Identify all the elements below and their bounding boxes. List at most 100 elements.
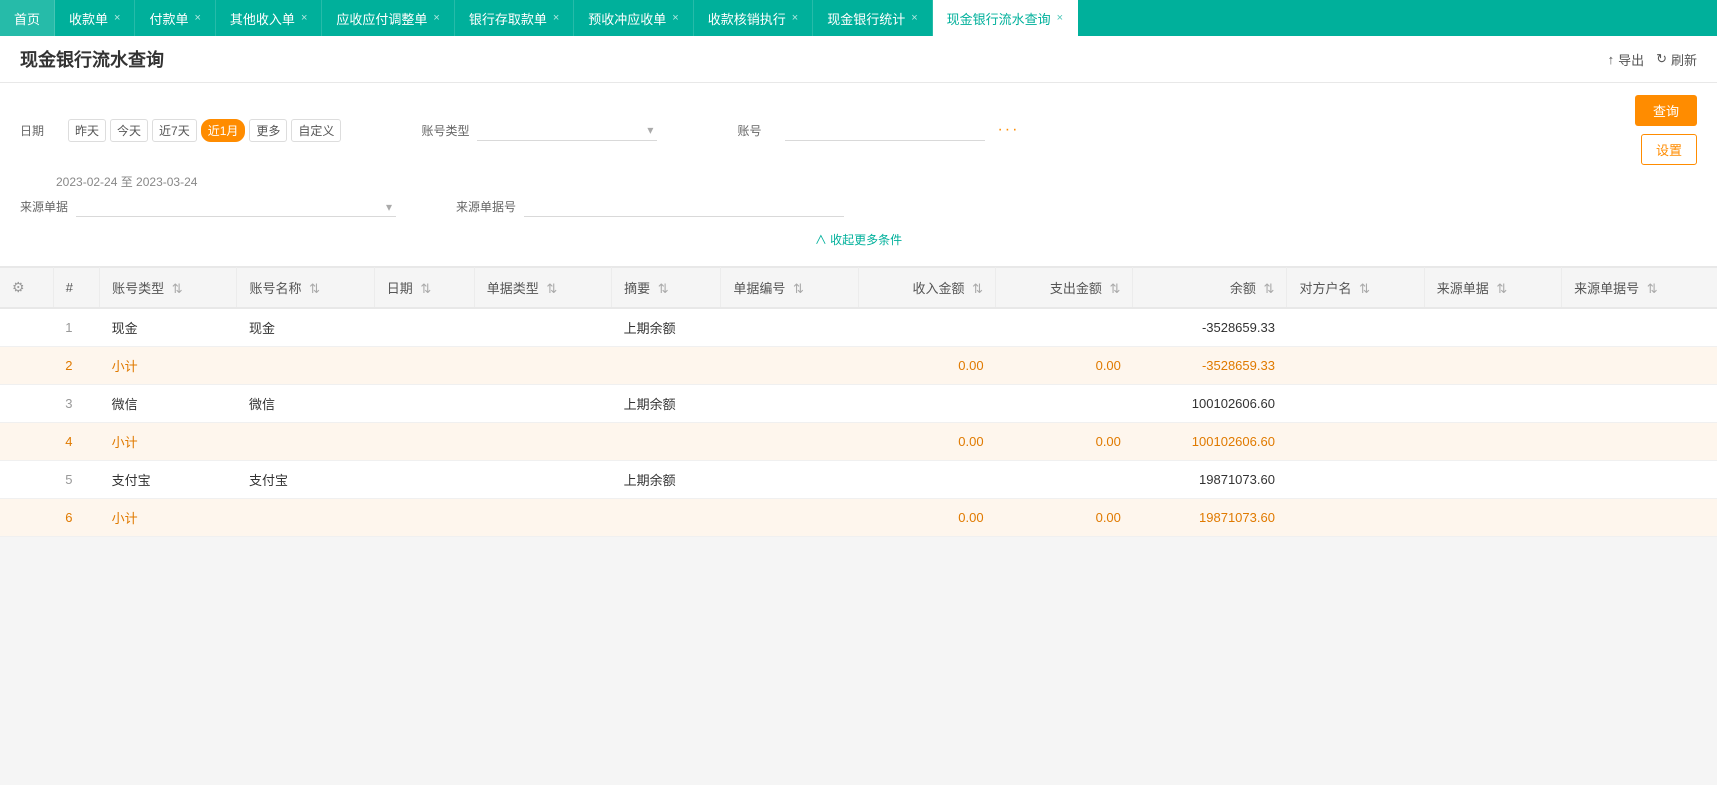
table-cell	[0, 347, 53, 385]
table-cell	[237, 347, 374, 385]
page-title: 现金银行流水查询	[20, 46, 164, 72]
close-icon[interactable]: ×	[792, 12, 798, 24]
th-counterparty[interactable]: 对方户名 ⇅	[1287, 268, 1424, 309]
table-cell	[237, 499, 374, 537]
date-btn-more[interactable]: 更多	[249, 119, 287, 142]
nav-label: 应收应付调整单	[336, 9, 427, 28]
nav-item-bank-deposit[interactable]: 银行存取款单 ×	[455, 0, 574, 36]
table-header-row: ⚙ # 账号类型 ⇅ 账号名称 ⇅ 日期 ⇅ 单据类型 ⇅ 摘要 ⇅ 单据编号 …	[0, 268, 1717, 309]
nav-label: 付款单	[149, 9, 188, 28]
export-button[interactable]: ↑ 导出	[1608, 50, 1645, 69]
table-cell	[237, 423, 374, 461]
table-cell	[612, 499, 721, 537]
refresh-button[interactable]: ↻ 刷新	[1656, 50, 1697, 69]
table-row: 3微信微信上期余额100102606.60	[0, 385, 1717, 423]
nav-item-prepaid[interactable]: 预收冲应收单 ×	[574, 0, 693, 36]
collapse-bar[interactable]: ∧ 收起更多条件	[20, 225, 1697, 254]
date-btn-1month[interactable]: 近1月	[201, 119, 246, 142]
th-account-type[interactable]: 账号类型 ⇅	[100, 268, 237, 309]
close-icon[interactable]: ×	[553, 12, 559, 24]
source-doc-select[interactable]	[76, 196, 396, 217]
source-doc-filter-group: 来源单据	[20, 196, 396, 217]
table-cell: 支付宝	[237, 461, 374, 499]
date-buttons: 昨天 今天 近7天 近1月 更多 自定义	[68, 119, 341, 142]
nav-item-home[interactable]: 首页	[0, 0, 55, 36]
nav-item-collection[interactable]: 收款核销执行 ×	[694, 0, 813, 36]
account-type-select[interactable]	[477, 120, 657, 141]
table-cell: 0.00	[858, 499, 995, 537]
th-date[interactable]: 日期 ⇅	[374, 268, 474, 309]
table-cell: 4	[53, 423, 99, 461]
table-cell	[721, 308, 858, 347]
table-cell	[1562, 308, 1717, 347]
close-icon[interactable]: ×	[1057, 12, 1063, 24]
table-cell	[374, 499, 474, 537]
table-cell: 1	[53, 308, 99, 347]
date-btn-today[interactable]: 今天	[110, 119, 148, 142]
close-icon[interactable]: ×	[114, 12, 120, 24]
source-doc-no-input[interactable]	[524, 196, 844, 217]
nav-item-other-income[interactable]: 其他收入单 ×	[216, 0, 322, 36]
table-cell: 支付宝	[100, 461, 237, 499]
nav-label: 银行存取款单	[469, 9, 547, 28]
refresh-icon: ↻	[1656, 51, 1667, 67]
page-header: 现金银行流水查询 ↑ 导出 ↻ 刷新	[0, 36, 1717, 83]
th-doc-no[interactable]: 单据编号 ⇅	[721, 268, 858, 309]
close-icon[interactable]: ×	[301, 12, 307, 24]
nav-label: 首页	[14, 9, 40, 28]
dots-button[interactable]: ···	[997, 121, 1019, 139]
filter-area: 日期 昨天 今天 近7天 近1月 更多 自定义 账号类型 账号 ···	[0, 83, 1717, 267]
table-cell	[721, 423, 858, 461]
th-summary[interactable]: 摘要 ⇅	[612, 268, 721, 309]
source-doc-no-filter-group: 来源单据号	[456, 196, 844, 217]
account-filter-group: 账号 ···	[737, 120, 1019, 141]
account-input[interactable]	[785, 120, 985, 141]
th-source-doc[interactable]: 来源单据 ⇅	[1424, 268, 1561, 309]
nav-item-cash-stats[interactable]: 现金银行统计 ×	[813, 0, 932, 36]
th-doc-type[interactable]: 单据类型 ⇅	[474, 268, 611, 309]
th-income[interactable]: 收入金额 ⇅	[858, 268, 995, 309]
nav-item-cash-flow[interactable]: 现金银行流水查询 ×	[933, 0, 1078, 36]
table-cell	[1562, 499, 1717, 537]
table-cell	[1287, 423, 1424, 461]
table-cell: -3528659.33	[1133, 308, 1287, 347]
export-label: 导出	[1618, 50, 1644, 69]
gear-icon[interactable]: ⚙	[12, 279, 25, 295]
table-cell	[1287, 499, 1424, 537]
nav-item-payment[interactable]: 付款单 ×	[135, 0, 215, 36]
table-cell: 19871073.60	[1133, 461, 1287, 499]
date-btn-custom[interactable]: 自定义	[291, 119, 341, 142]
close-icon[interactable]: ×	[911, 12, 917, 24]
th-balance[interactable]: 余额 ⇅	[1133, 268, 1287, 309]
table-cell	[0, 385, 53, 423]
date-btn-yesterday[interactable]: 昨天	[68, 119, 106, 142]
table-cell	[1562, 347, 1717, 385]
table-cell	[721, 347, 858, 385]
th-expense[interactable]: 支出金额 ⇅	[996, 268, 1133, 309]
source-doc-label: 来源单据	[20, 198, 68, 215]
table-cell	[1424, 423, 1561, 461]
th-account-name[interactable]: 账号名称 ⇅	[237, 268, 374, 309]
date-btn-7days[interactable]: 近7天	[152, 119, 197, 142]
nav-item-receipt[interactable]: 收款单 ×	[55, 0, 135, 36]
table-cell: 上期余额	[612, 461, 721, 499]
table-cell: 现金	[100, 308, 237, 347]
table-cell	[474, 308, 611, 347]
nav-item-adjustment[interactable]: 应收应付调整单 ×	[322, 0, 454, 36]
export-icon: ↑	[1608, 52, 1615, 67]
close-icon[interactable]: ×	[194, 12, 200, 24]
close-icon[interactable]: ×	[672, 12, 678, 24]
table-cell	[1287, 347, 1424, 385]
nav-label: 收款核销执行	[708, 9, 786, 28]
source-doc-select-wrapper	[76, 196, 396, 217]
table-container: ⚙ # 账号类型 ⇅ 账号名称 ⇅ 日期 ⇅ 单据类型 ⇅ 摘要 ⇅ 单据编号 …	[0, 267, 1717, 537]
th-source-doc-no[interactable]: 来源单据号 ⇅	[1562, 268, 1717, 309]
table-cell: 小计	[100, 499, 237, 537]
date-label: 日期	[20, 122, 60, 139]
close-icon[interactable]: ×	[433, 12, 439, 24]
table-cell: 小计	[100, 423, 237, 461]
header-actions: ↑ 导出 ↻ 刷新	[1608, 50, 1697, 69]
table-cell: 100102606.60	[1133, 423, 1287, 461]
settings-button[interactable]: 设置	[1641, 134, 1697, 165]
query-button[interactable]: 查询	[1635, 95, 1697, 126]
